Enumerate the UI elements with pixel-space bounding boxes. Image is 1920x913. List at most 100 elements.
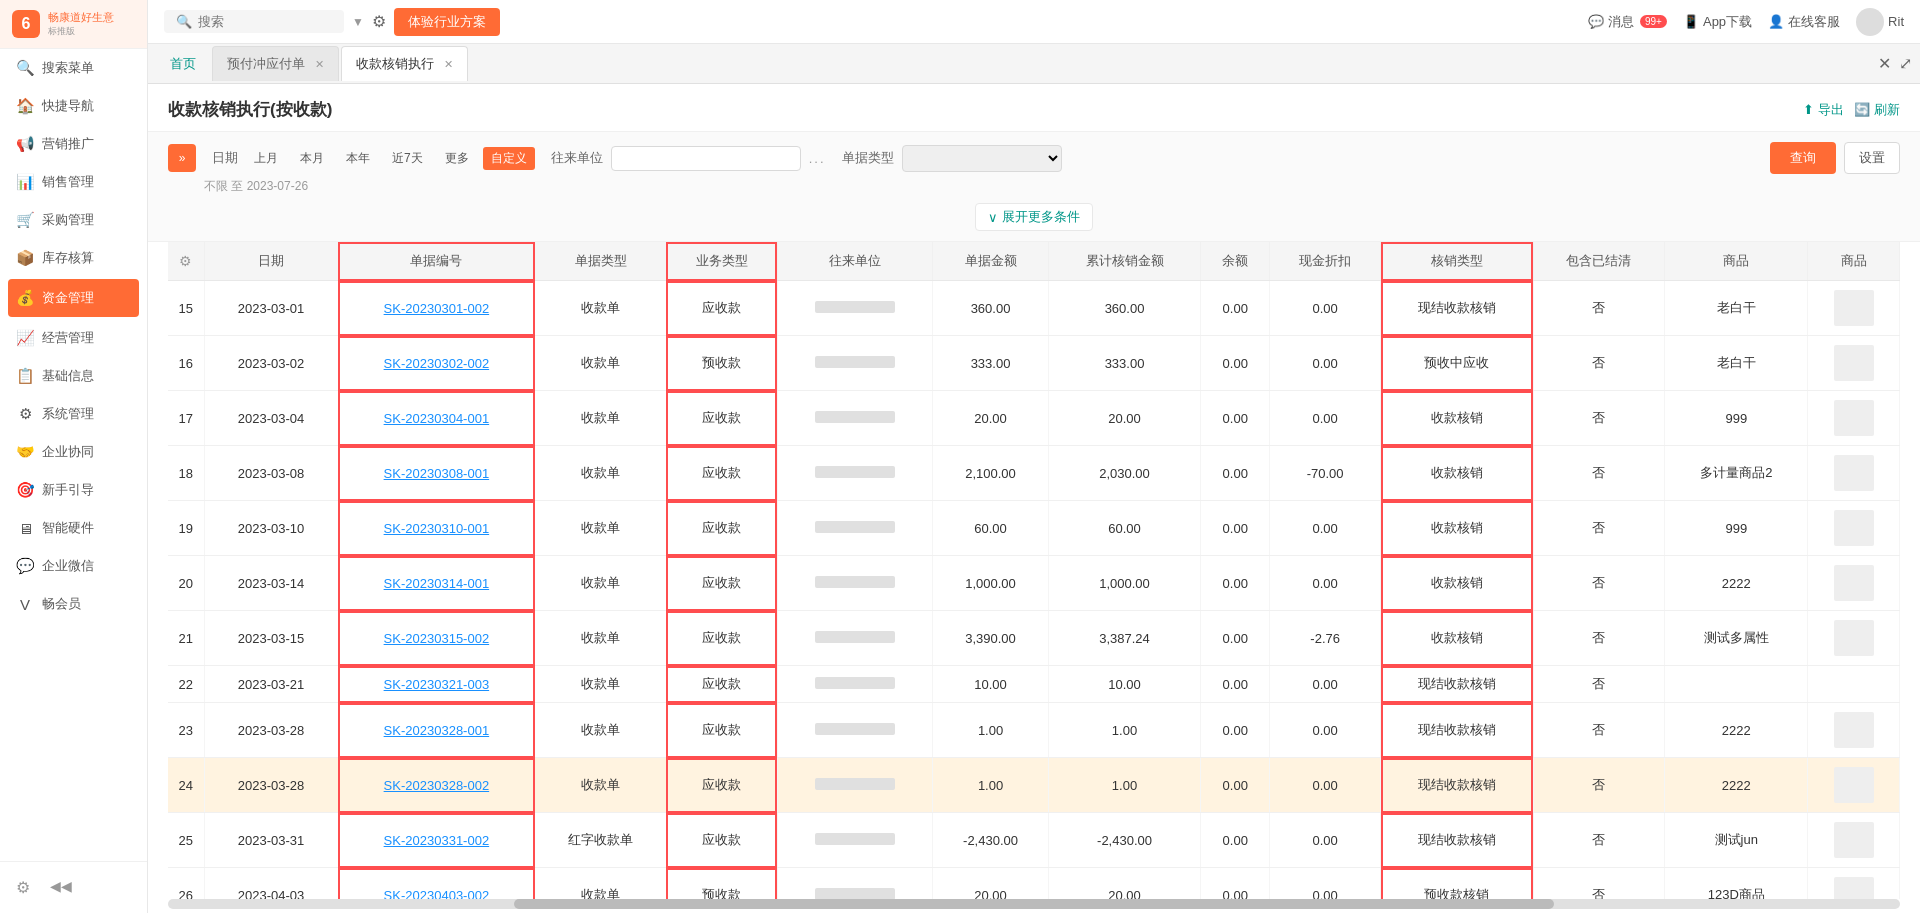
sidebar-item-sales[interactable]: 📊 销售管理 [0,163,147,201]
sidebar-item-search[interactable]: 🔍 搜索菜单 [0,49,147,87]
export-button[interactable]: ⬆ 导出 [1803,101,1844,119]
cell-date: 2023-03-31 [204,813,338,868]
page-title: 收款核销执行(按收款) [168,98,332,121]
cell-date: 2023-03-01 [204,281,338,336]
topbar-search-box[interactable]: 🔍 [164,10,344,33]
doc-no-link[interactable]: SK-20230403-002 [384,888,490,900]
date-custom[interactable]: 自定义 [483,147,535,170]
table-row: 23 2023-03-28 SK-20230328-001 收款单 应收款 1.… [168,703,1900,758]
th-product2: 商品 [1808,242,1900,281]
cell-doc-type: 收款单 [535,758,667,813]
online-support-button[interactable]: 👤 在线客服 [1768,13,1840,31]
doc-no-link[interactable]: SK-20230331-002 [384,833,490,848]
sidebar-item-operation[interactable]: 📈 经营管理 [0,319,147,357]
sidebar-item-system[interactable]: ⚙ 系统管理 [0,395,147,433]
tab-collection-close[interactable]: ✕ [444,58,453,71]
cell-product2 [1808,556,1900,611]
sidebar-item-enterprise[interactable]: 🤝 企业协同 [0,433,147,471]
cell-product1: 多计量商品2 [1665,446,1808,501]
cell-balance: 0.00 [1201,556,1270,611]
th-included: 包含已结清 [1533,242,1665,281]
doc-no-link[interactable]: SK-20230301-002 [384,301,490,316]
cell-partner [777,556,933,611]
solution-button[interactable]: 体验行业方案 [394,8,500,36]
cell-biz-type: 应收款 [666,758,777,813]
tab-expand-button[interactable]: ⤢ [1899,54,1912,73]
setting-button[interactable]: 设置 [1844,142,1900,174]
settings-btn[interactable]: ⚙ [16,878,30,897]
column-settings-icon[interactable]: ⚙ [179,253,192,269]
date-this-month[interactable]: 本月 [292,147,332,170]
date-7days[interactable]: 近7天 [384,147,431,170]
tab-close-all-button[interactable]: ✕ [1878,54,1891,73]
sidebar-item-finance[interactable]: 💰 资金管理 [8,279,139,317]
date-last-month[interactable]: 上月 [246,147,286,170]
gear-icon[interactable]: ⚙ [372,12,386,31]
expand-conditions-button[interactable]: ∨ 展开更多条件 [975,203,1093,231]
message-button[interactable]: 💬 消息 99+ [1588,13,1667,31]
sidebar-item-hardware[interactable]: 🖥 智能硬件 [0,509,147,547]
cell-product2 [1808,666,1900,703]
counterparty-input[interactable] [611,146,801,171]
cell-product2 [1808,281,1900,336]
cell-biz-type: 预收款 [666,868,777,900]
cell-included: 否 [1533,703,1665,758]
filter-bar: » 日期 上月 本月 本年 近7天 更多 自定义 往来单位 [148,132,1920,242]
date-this-year[interactable]: 本年 [338,147,378,170]
filter-expand-arrow[interactable]: » [168,144,196,172]
tab-collection[interactable]: 收款核销执行 ✕ [341,46,468,81]
app-title: 畅康道好生意 [48,10,114,24]
sidebar-item-purchase[interactable]: 🛒 采购管理 [0,201,147,239]
cell-num: 26 [168,868,204,900]
cell-product1 [1665,666,1808,703]
sidebar-item-shortcut[interactable]: 🏠 快捷导航 [0,87,147,125]
cell-product1: 123D商品 [1665,868,1808,900]
collapse-btn[interactable]: ◀◀ [50,878,72,897]
sidebar-item-label: 销售管理 [42,173,94,191]
user-profile[interactable]: Rit [1856,8,1904,36]
horizontal-scrollbar[interactable] [168,899,1900,909]
guide-icon: 🎯 [16,481,34,499]
cell-doc-type: 收款单 [535,391,667,446]
query-button[interactable]: 查询 [1770,142,1836,174]
sidebar-item-label: 营销推广 [42,135,94,153]
tab-payable[interactable]: 预付冲应付单 ✕ [212,46,339,81]
scrollbar-thumb[interactable] [514,899,1553,909]
tab-payable-close[interactable]: ✕ [315,58,324,71]
cell-balance: 0.00 [1201,703,1270,758]
app-download-button[interactable]: 📱 App下载 [1683,13,1752,31]
doc-no-link[interactable]: SK-20230304-001 [384,411,490,426]
sidebar-item-marketing[interactable]: 📢 营销推广 [0,125,147,163]
tab-home[interactable]: 首页 [156,47,210,81]
doc-no-link[interactable]: SK-20230308-001 [384,466,490,481]
cell-doc-no: SK-20230310-001 [338,501,535,556]
sidebar-item-wechat[interactable]: 💬 企业微信 [0,547,147,585]
doc-no-link[interactable]: SK-20230314-001 [384,576,490,591]
cell-partner [777,501,933,556]
sidebar-item-basic[interactable]: 📋 基础信息 [0,357,147,395]
doc-type-select[interactable] [902,145,1062,172]
support-icon: 👤 [1768,14,1784,29]
cell-balance: 0.00 [1201,336,1270,391]
sidebar-item-member[interactable]: V 畅会员 [0,585,147,623]
cell-included: 否 [1533,281,1665,336]
th-date: 日期 [204,242,338,281]
cell-writeoff-type: 现结收款核销 [1381,666,1534,703]
date-more[interactable]: 更多 [437,147,477,170]
doc-no-link[interactable]: SK-20230321-003 [384,677,490,692]
doc-no-link[interactable]: SK-20230328-001 [384,723,490,738]
doc-no-link[interactable]: SK-20230310-001 [384,521,490,536]
doc-no-link[interactable]: SK-20230328-002 [384,778,490,793]
sidebar-item-guide[interactable]: 🎯 新手引导 [0,471,147,509]
doc-no-link[interactable]: SK-20230302-002 [384,356,490,371]
cell-doc-type: 收款单 [535,556,667,611]
refresh-button[interactable]: 🔄 刷新 [1854,101,1900,119]
cell-doc-type: 收款单 [535,703,667,758]
th-doc-no: 单据编号 [338,242,535,281]
wechat-icon: 💬 [16,557,34,575]
cell-product2 [1808,391,1900,446]
doc-no-link[interactable]: SK-20230315-002 [384,631,490,646]
table-row: 26 2023-04-03 SK-20230403-002 收款单 预收款 20… [168,868,1900,900]
sidebar-item-inventory[interactable]: 📦 库存核算 [0,239,147,277]
search-input[interactable] [198,14,318,29]
